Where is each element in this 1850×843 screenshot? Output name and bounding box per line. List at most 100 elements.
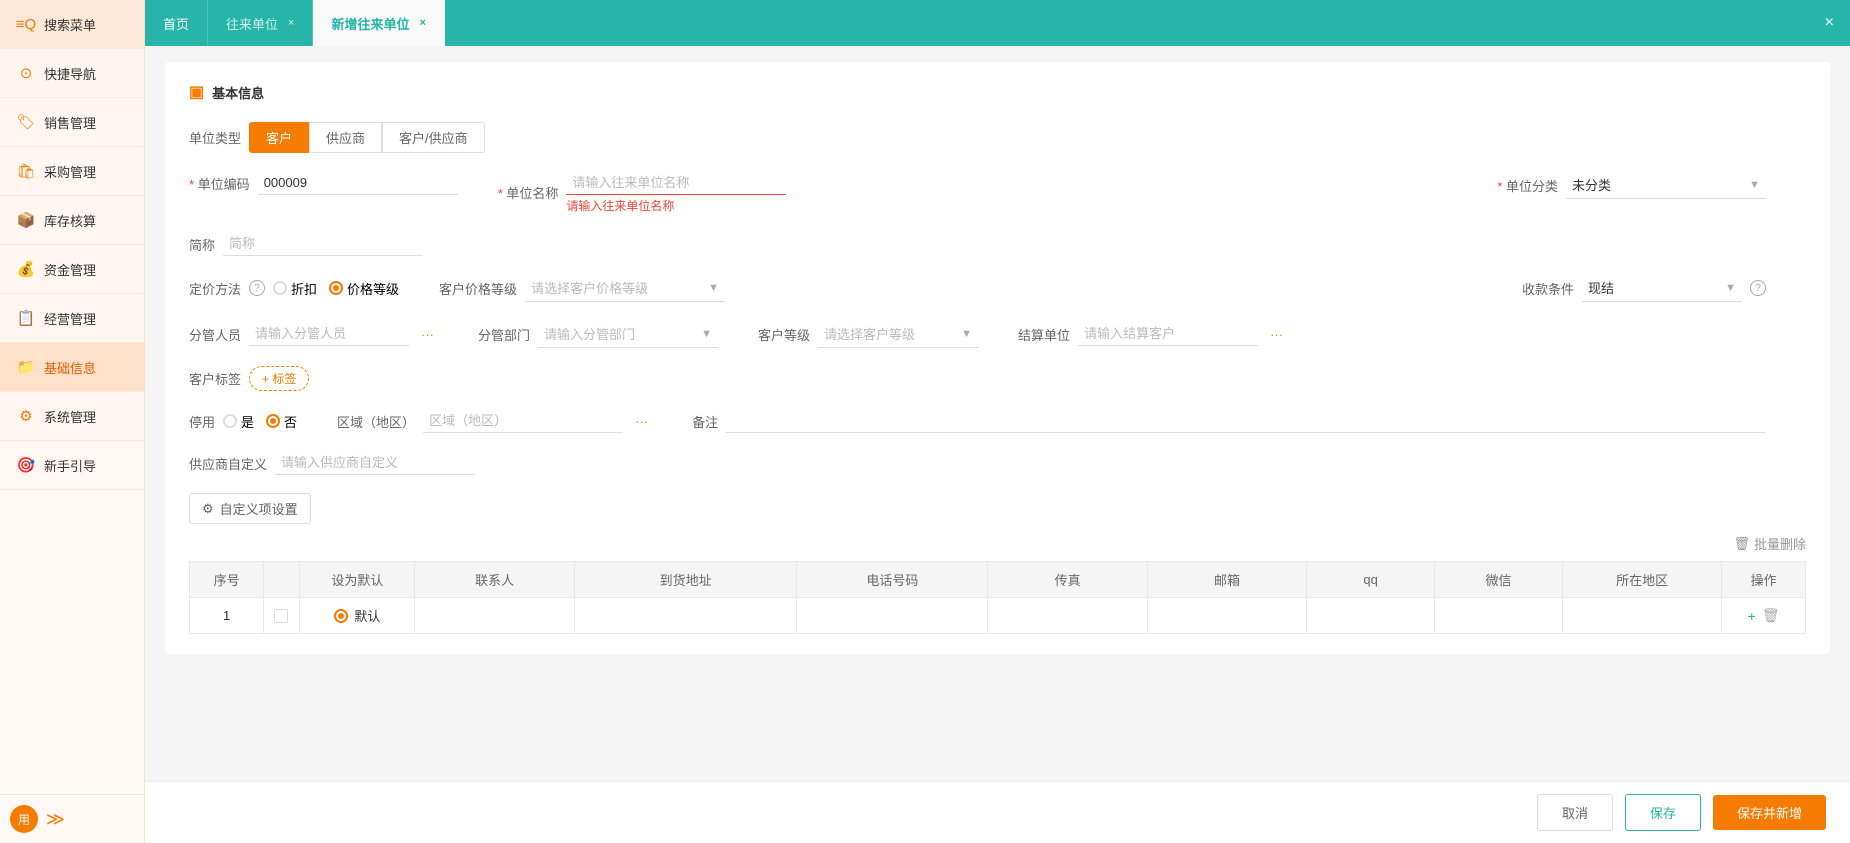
pricing-help-icon[interactable]: ? (249, 280, 265, 296)
window-close-button[interactable]: × (1809, 14, 1850, 32)
row-email-cell[interactable] (1147, 598, 1306, 634)
user-avatar[interactable]: 用 (10, 805, 38, 833)
category-label: 单位分类 (1497, 176, 1558, 195)
tab-home[interactable]: 首页 (145, 0, 208, 46)
customer-price-chevron-icon: ▼ (708, 282, 719, 294)
col-email: 邮箱 (1147, 562, 1306, 598)
row-address-cell[interactable] (574, 598, 797, 634)
row-phone-input[interactable] (842, 608, 942, 623)
tab-partner-close[interactable]: × (288, 17, 294, 29)
region-input[interactable] (423, 409, 623, 433)
supplier-custom-group: 供应商自定义 (189, 451, 475, 475)
sidebar-item-purchase[interactable]: 🛍 采购管理 (0, 147, 144, 196)
category-select[interactable]: 未分类 ▼ (1566, 171, 1766, 199)
supplier-custom-row: 供应商自定义 (189, 451, 1806, 475)
unit-type-supplier-btn[interactable]: 供应商 (309, 122, 382, 153)
pricing-label: 定价方法 (189, 279, 241, 298)
save-and-new-button[interactable]: 保存并新增 (1713, 795, 1826, 830)
row-wechat-input[interactable] (1468, 608, 1528, 623)
row-contact-input[interactable] (455, 608, 535, 623)
row-fax-input[interactable] (1028, 608, 1108, 623)
tab-add-partner[interactable]: 新增往来单位 × (313, 0, 444, 46)
row-delete-icon[interactable]: 🗑 (1762, 607, 1780, 624)
payment-select[interactable]: 现结 ▼ (1582, 274, 1742, 302)
row-wechat-cell[interactable] (1435, 598, 1563, 634)
code-input[interactable] (258, 171, 458, 195)
sidebar-item-inventory[interactable]: 📦 库存核算 (0, 196, 144, 245)
sidebar-item-finance[interactable]: 💰 资金管理 (0, 245, 144, 294)
save-button[interactable]: 保存 (1625, 794, 1701, 831)
row-qq-cell[interactable] (1307, 598, 1435, 634)
row-default-cell: 默认 (300, 598, 415, 634)
unit-type-customer-btn[interactable]: 客户 (249, 122, 309, 153)
tab-partner[interactable]: 往来单位 × (208, 0, 313, 46)
pricing-discount-radio (273, 281, 287, 295)
payment-help-icon[interactable]: ? (1750, 280, 1766, 296)
customer-price-select[interactable]: 请选择客户价格等级 ▼ (525, 274, 725, 302)
sidebar-item-operations[interactable]: 📋 经营管理 (0, 294, 144, 343)
custom-settings-button[interactable]: ⚙ 自定义项设置 (189, 493, 311, 524)
row-checkbox[interactable] (274, 609, 288, 623)
sidebar-item-system[interactable]: ⚙ 系统管理 (0, 392, 144, 441)
manager-group: 分管人员 ··· (189, 322, 438, 346)
sidebar-item-quicknav[interactable]: ⊙ 快捷导航 (0, 49, 144, 98)
card-icon: ▣ (189, 82, 204, 102)
disabled-yes-radio (223, 414, 237, 428)
remark-input[interactable] (726, 409, 1766, 433)
settlement-more-btn[interactable]: ··· (1266, 327, 1287, 342)
customer-price-placeholder: 请选择客户价格等级 (531, 278, 702, 297)
disabled-no-option[interactable]: 否 (266, 412, 297, 431)
row-email-input[interactable] (1187, 608, 1267, 623)
payment-value: 现结 (1588, 278, 1719, 297)
row-contact-cell[interactable] (415, 598, 574, 634)
customer-level-select[interactable]: 请选择客户等级 ▼ (818, 320, 978, 348)
batch-delete-button[interactable]: 🗑 批量删除 (1733, 534, 1806, 553)
system-icon: ⚙ (16, 406, 36, 426)
name-error-msg: 请输入往来单位名称 (566, 197, 786, 214)
add-tag-button[interactable]: + 标签 (249, 366, 309, 391)
row-qq-input[interactable] (1341, 608, 1401, 623)
sidebar-item-guide[interactable]: 🎯 新手引导 (0, 441, 144, 490)
table-row: 1 默认 (190, 598, 1806, 634)
supplier-custom-label: 供应商自定义 (189, 454, 267, 473)
region-group: 区域（地区） ··· (337, 409, 652, 433)
name-group: 单位名称 请输入往来单位名称 (498, 171, 787, 214)
disabled-yes-option[interactable]: 是 (223, 412, 254, 431)
disabled-yes-label: 是 (241, 412, 254, 431)
name-input[interactable] (566, 171, 786, 195)
supplier-custom-input[interactable] (275, 451, 475, 475)
batch-delete-label: 批量删除 (1754, 534, 1806, 553)
row-location-cell[interactable] (1562, 598, 1721, 634)
pricing-discount-option[interactable]: 折扣 (273, 279, 317, 298)
pricing-level-option[interactable]: 价格等级 (329, 279, 399, 298)
tab-bar: 首页 往来单位 × 新增往来单位 × × (145, 0, 1850, 46)
row-action-cell: + 🗑 (1722, 598, 1806, 634)
row-location-input[interactable] (1602, 608, 1682, 623)
col-location: 所在地区 (1562, 562, 1721, 598)
pricing-radio-group: 折扣 价格等级 (273, 279, 399, 298)
tab-add-partner-close[interactable]: × (419, 17, 425, 29)
sidebar-item-search[interactable]: ≡Q 搜索菜单 (0, 0, 144, 49)
row-fax-cell[interactable] (988, 598, 1147, 634)
pricing-group: 定价方法 ? 折扣 价格等级 (189, 279, 399, 298)
settlement-input[interactable] (1078, 322, 1258, 346)
manager-input[interactable] (249, 322, 409, 346)
row-default-radio[interactable] (334, 609, 348, 623)
sidebar-item-sales[interactable]: 🏷 销售管理 (0, 98, 144, 147)
settings-gear-icon: ⚙ (202, 501, 214, 517)
row-add-icon[interactable]: + (1748, 608, 1756, 624)
tab-home-label: 首页 (163, 14, 189, 33)
region-more-btn[interactable]: ··· (631, 414, 652, 429)
row-phone-cell[interactable] (797, 598, 988, 634)
dept-select[interactable]: 请输入分管部门 ▼ (538, 320, 718, 348)
unit-type-both-btn[interactable]: 客户/供应商 (382, 122, 485, 153)
disabled-label: 停用 (189, 412, 215, 431)
cancel-button[interactable]: 取消 (1537, 794, 1613, 831)
expand-icon[interactable]: ≫ (46, 809, 65, 830)
sidebar-item-base[interactable]: 📁 基础信息 (0, 343, 144, 392)
col-checkbox (264, 562, 300, 598)
row-address-input[interactable] (626, 608, 746, 623)
short-name-input[interactable] (223, 232, 423, 256)
manager-more-btn[interactable]: ··· (417, 327, 438, 342)
contacts-table-container: 序号 设为默认 联系人 到货地址 电话号码 传真 邮箱 qq 微信 所在地区 操… (189, 561, 1806, 634)
